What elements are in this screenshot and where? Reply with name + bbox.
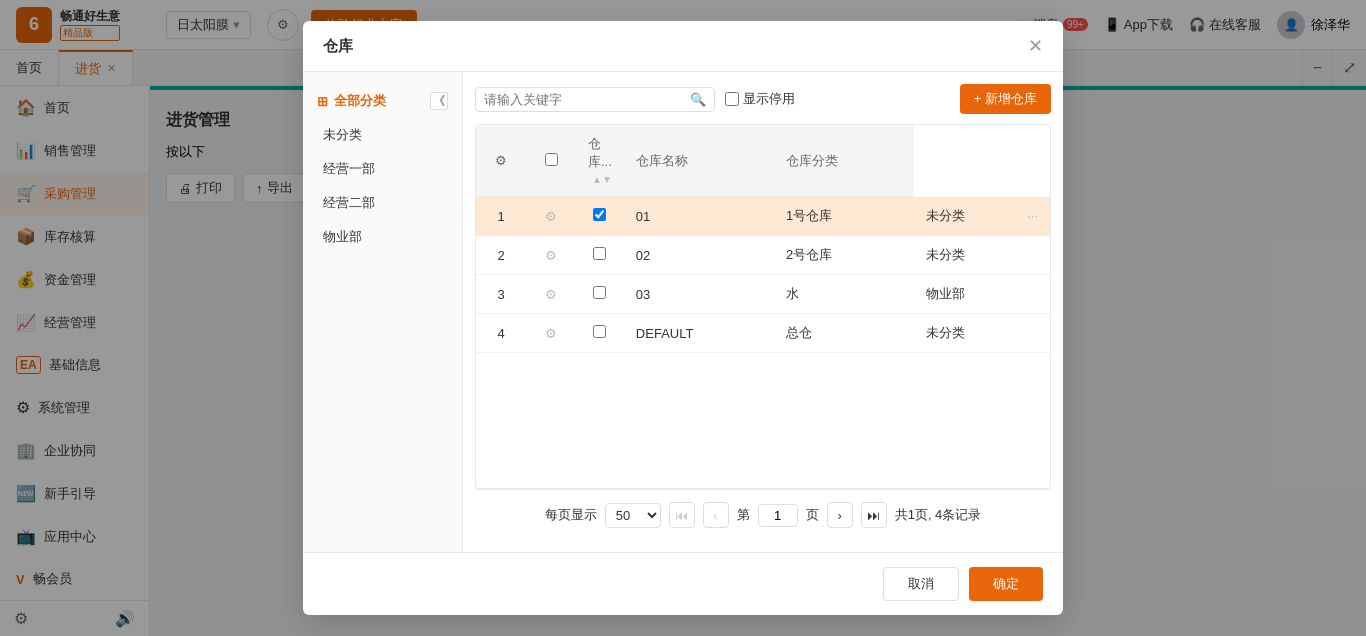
category-item-dept2[interactable]: 经营二部 [303,186,462,220]
row-name-cell: 水 [774,275,914,314]
col-header-check [526,125,576,197]
row-gear-cell: ⚙ [526,275,576,314]
dialog-body: ⊞ 全部分类 《 未分类 经营一部 经营二部 物业部 🔍 [303,72,1063,552]
row-check-cell [576,197,624,236]
warehouse-dialog: 仓库 ✕ ⊞ 全部分类 《 未分类 经营一部 经营二部 物业部 [303,21,1063,615]
category-collapse-btn[interactable]: 《 [430,92,448,110]
next-page-btn[interactable]: › [827,502,853,528]
row-category-cell: 未分类 [914,236,1050,274]
row-num-cell: 01 [624,197,774,236]
first-page-btn[interactable]: ⏮ [669,502,695,528]
search-icon[interactable]: 🔍 [690,92,706,107]
row-gear-icon[interactable]: ⚙ [545,326,557,341]
category-item-dept1[interactable]: 经营一部 [303,152,462,186]
row-category-cell: 物业部 [914,275,1050,313]
row-check-cell [576,236,624,275]
dialog-header: 仓库 ✕ [303,21,1063,72]
show-disabled-checkbox[interactable] [725,92,739,106]
row-gear-cell: ⚙ [526,197,576,236]
prev-page-btn[interactable]: ‹ [703,502,729,528]
per-page-select[interactable]: 50 100 [605,503,661,528]
row-num-cell: 02 [624,236,774,275]
table-row[interactable]: 2 ⚙ 02 2号仓库 未分类 [476,236,1050,275]
sort-code-icon[interactable]: ▲▼ [592,174,612,185]
col-header-category: 仓库分类 [774,125,914,197]
page-label: 第 [737,506,750,524]
confirm-button[interactable]: 确定 [969,567,1043,601]
show-disabled-label[interactable]: 显示停用 [725,90,795,108]
row-checkbox[interactable] [593,286,606,299]
row-category-cell: 未分类 ··· [914,197,1050,235]
row-gear-cell: ⚙ [526,236,576,275]
row-check-cell [576,275,624,314]
add-warehouse-btn[interactable]: + 新增仓库 [960,84,1051,114]
row-gear-cell: ⚙ [526,314,576,353]
cancel-button[interactable]: 取消 [883,567,959,601]
page-number-input[interactable] [758,504,798,527]
last-page-btn[interactable]: ⏭ [861,502,887,528]
row-checkbox[interactable] [593,208,606,221]
category-sidebar: ⊞ 全部分类 《 未分类 经营一部 经营二部 物业部 [303,72,463,552]
row-check-cell [576,314,624,353]
row-name-cell: 总仓 [774,314,914,353]
table-row[interactable]: 1 ⚙ 01 1号仓库 未分类 ··· [476,197,1050,236]
table-row[interactable]: 4 ⚙ DEFAULT 总仓 未分类 [476,314,1050,353]
category-header-label: 全部分类 [334,92,386,110]
select-all-checkbox[interactable] [545,153,558,166]
row-checkbox[interactable] [593,247,606,260]
dialog-close-button[interactable]: ✕ [1028,35,1043,57]
category-header[interactable]: ⊞ 全部分类 《 [303,84,462,118]
row-index-cell: 1 [476,197,526,236]
row-index-cell: 3 [476,275,526,314]
modal-overlay: 仓库 ✕ ⊞ 全部分类 《 未分类 经营一部 经营二部 物业部 [0,0,1366,636]
dialog-footer: 取消 确定 [303,552,1063,615]
col-header-gear: ⚙ [476,125,526,197]
grid-icon: ⊞ [317,94,328,109]
row-checkbox[interactable] [593,325,606,338]
dialog-main-content: 🔍 显示停用 + 新增仓库 ⚙ [463,72,1063,552]
pagination: 每页显示 50 100 ⏮ ‹ 第 页 › ⏭ 共1页, 4条记录 [475,489,1051,540]
total-info: 共1页, 4条记录 [895,506,982,524]
warehouse-table: ⚙ 仓库... ▲▼ 仓库名称 [475,124,1051,489]
row-gear-icon[interactable]: ⚙ [545,248,557,263]
col-header-name: 仓库名称 [624,125,774,197]
row-gear-icon[interactable]: ⚙ [545,287,557,302]
category-item-unclassified[interactable]: 未分类 [303,118,462,152]
row-index-cell: 2 [476,236,526,275]
row-num-cell: 03 [624,275,774,314]
col-header-code: 仓库... ▲▼ [576,125,624,197]
row-gear-icon[interactable]: ⚙ [545,209,557,224]
per-page-label: 每页显示 [545,506,597,524]
row-name-cell: 1号仓库 [774,197,914,236]
row-index-cell: 4 [476,314,526,353]
search-input[interactable] [484,92,690,107]
category-item-property[interactable]: 物业部 [303,220,462,254]
page-unit: 页 [806,506,819,524]
row-name-cell: 2号仓库 [774,236,914,275]
row-num-cell: DEFAULT [624,314,774,353]
dialog-title: 仓库 [323,37,353,56]
search-box: 🔍 [475,87,715,112]
table-row[interactable]: 3 ⚙ 03 水 物业部 [476,275,1050,314]
row-category-cell: 未分类 [914,314,1050,352]
dialog-toolbar: 🔍 显示停用 + 新增仓库 [475,84,1051,114]
more-options-icon[interactable]: ··· [1027,208,1038,223]
